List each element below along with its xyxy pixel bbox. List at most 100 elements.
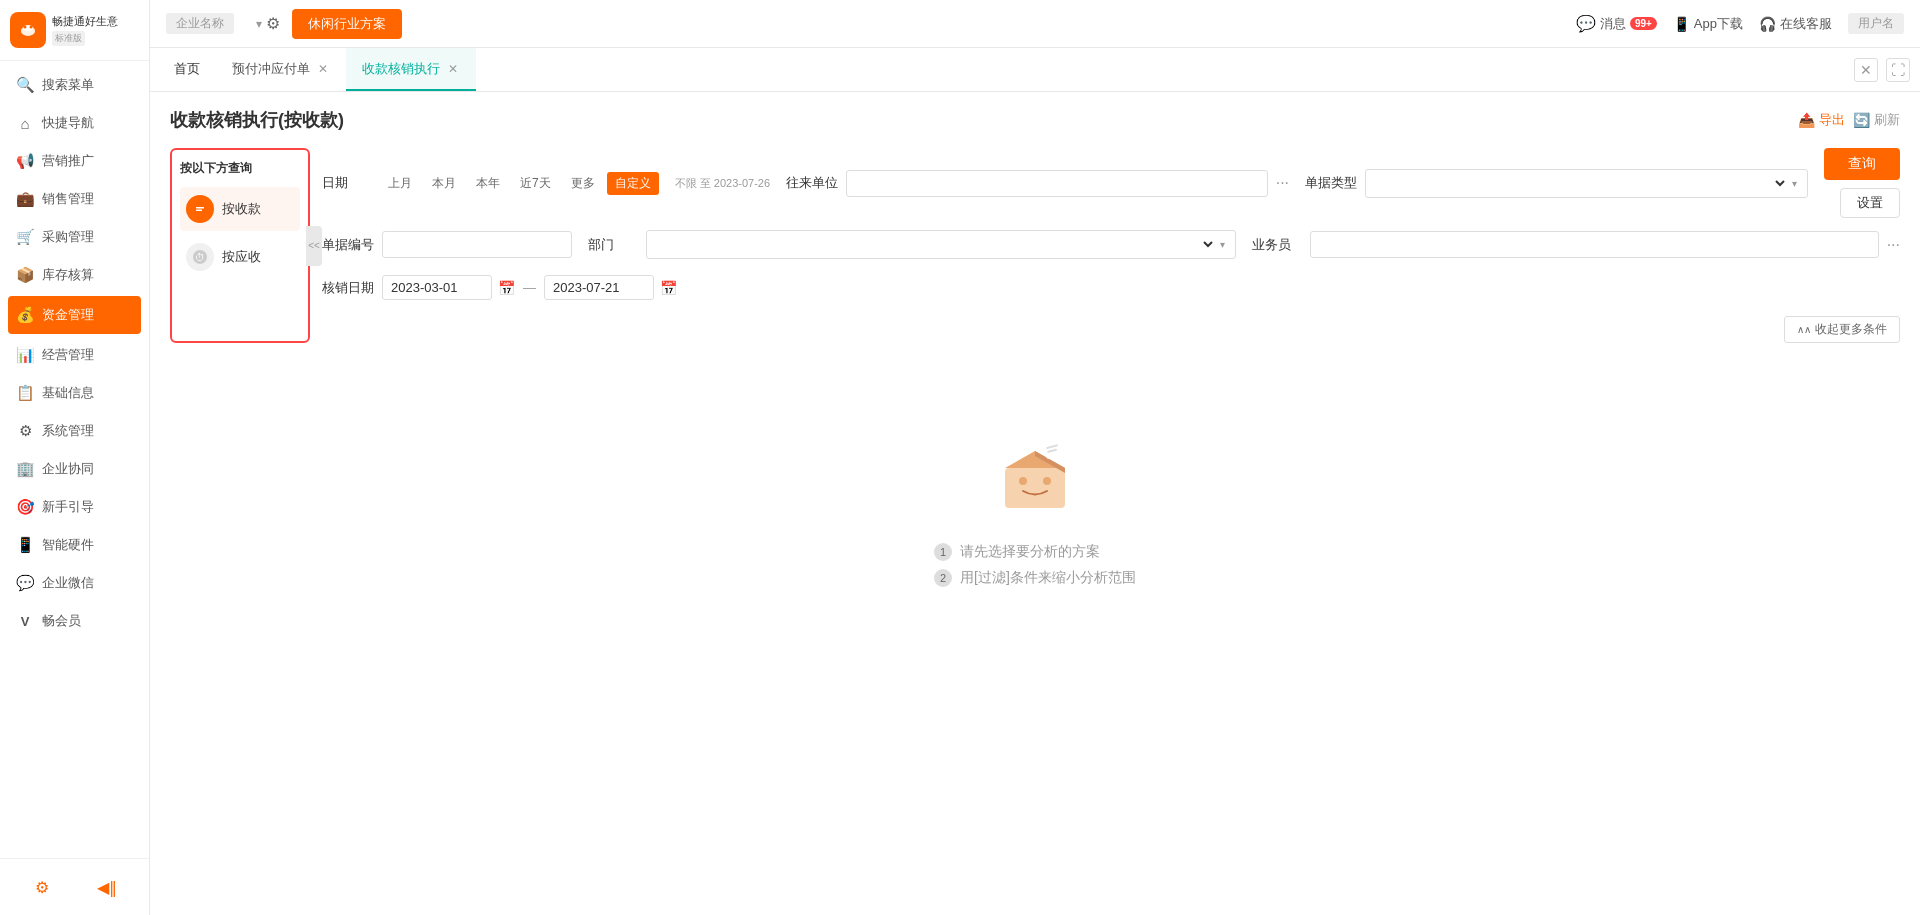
sidebar-item-member[interactable]: V 畅会员: [0, 602, 149, 640]
message-icon: 💬: [1576, 14, 1596, 33]
dept-select[interactable]: ▾: [646, 230, 1236, 259]
calendar-start-icon[interactable]: 📅: [498, 280, 515, 296]
export-icon: 📤: [1798, 112, 1815, 128]
export-button[interactable]: 📤 导出: [1798, 111, 1845, 129]
sidebar-item-marketing[interactable]: 📢 营销推广: [0, 142, 149, 180]
header-actions: 💬 消息 99+ 📱 App下载 🎧 在线客服 用户名: [1576, 13, 1904, 34]
collapse-conditions-button[interactable]: ∧∧ 收起更多条件: [1784, 316, 1900, 343]
counterparty-field: 往来单位 ···: [786, 170, 1289, 197]
svg-text:⏱: ⏱: [195, 252, 205, 263]
sidebar-item-enterprise[interactable]: 🏢 企业协同: [0, 450, 149, 488]
sidebar-item-inventory[interactable]: 📦 库存核算: [0, 256, 149, 294]
inventory-icon: 📦: [16, 266, 34, 284]
page-content: 收款核销执行(按收款) 📤 导出 🔄 刷新 按以下方查询: [150, 92, 1920, 915]
sidebar-item-quick-nav[interactable]: ⌂ 快捷导航: [0, 104, 149, 142]
solution-button[interactable]: 休闲行业方案: [292, 9, 402, 39]
salesperson-dots[interactable]: ···: [1887, 236, 1900, 254]
sales-icon: 💼: [16, 190, 34, 208]
counterparty-label: 往来单位: [786, 174, 838, 192]
tab-close-all-button[interactable]: ✕: [1854, 58, 1878, 82]
refresh-button[interactable]: 🔄 刷新: [1853, 111, 1900, 129]
date-shortcut-last-month[interactable]: 上月: [380, 172, 420, 195]
svg-point-2: [24, 26, 27, 29]
date-shortcut-this-month[interactable]: 本月: [424, 172, 464, 195]
sidebar-item-guide[interactable]: 🎯 新手引导: [0, 488, 149, 526]
empty-icon: [985, 423, 1085, 523]
sidebar-navigation: 🔍 搜索菜单 ⌂ 快捷导航 📢 营销推广 💼 销售管理 🛒 采购管理 📦 库存核…: [0, 61, 149, 858]
calendar-end-icon[interactable]: 📅: [660, 280, 677, 296]
empty-tip-1: 1 请先选择要分析的方案: [934, 543, 1136, 561]
doc-no-field: 单据编号: [322, 231, 572, 258]
settings-button[interactable]: 设置: [1840, 188, 1900, 218]
sidebar-item-smart-hw[interactable]: 📱 智能硬件: [0, 526, 149, 564]
dept-select-input[interactable]: [657, 236, 1216, 253]
message-action[interactable]: 💬 消息 99+: [1576, 14, 1657, 33]
date-shortcut-custom[interactable]: 自定义: [607, 172, 659, 195]
guide-icon: 🎯: [16, 498, 34, 516]
sidebar-item-system[interactable]: ⚙ 系统管理: [0, 412, 149, 450]
sidebar-item-search[interactable]: 🔍 搜索菜单: [0, 66, 149, 104]
filter-panel-collapse-button[interactable]: <<: [306, 226, 322, 266]
basic-info-icon: 📋: [16, 384, 34, 402]
tip-num-1: 1: [934, 543, 952, 561]
query-button[interactable]: 查询: [1824, 148, 1900, 180]
date-shortcut-more[interactable]: 更多: [563, 172, 603, 195]
operations-icon: 📊: [16, 346, 34, 364]
date-shortcut-7days[interactable]: 近7天: [512, 172, 559, 195]
top-header: 企业名称 ▾ ⚙ 休闲行业方案 💬 消息 99+ 📱 App下载 🎧 在线客服 …: [150, 0, 1920, 48]
tab-receive[interactable]: 收款核销执行 ✕: [346, 48, 476, 91]
doc-no-input[interactable]: [382, 231, 572, 258]
counterparty-input[interactable]: [846, 170, 1268, 197]
sidebar-item-purchase[interactable]: 🛒 采购管理: [0, 218, 149, 256]
empty-tips: 1 请先选择要分析的方案 2 用[过滤]条件来缩小分析范围: [934, 543, 1136, 587]
enterprise-icon: 🏢: [16, 460, 34, 478]
tab-home[interactable]: 首页: [158, 48, 216, 91]
settings-bottom-button[interactable]: ⚙: [26, 871, 58, 903]
tab-prepay[interactable]: 预付冲应付单 ✕: [216, 48, 346, 91]
sidebar-item-basic-info[interactable]: 📋 基础信息: [0, 374, 149, 412]
gear-icon: ⚙: [35, 878, 49, 897]
salesperson-input[interactable]: [1310, 231, 1879, 258]
empty-tip-2: 2 用[过滤]条件来缩小分析范围: [934, 569, 1136, 587]
doc-type-select[interactable]: ▾: [1365, 169, 1808, 198]
filter-panel: 按以下方查询 按收款: [170, 148, 1900, 343]
chevron-down-icon[interactable]: ▾: [256, 17, 262, 31]
sidebar-item-finance[interactable]: 💰 资金管理: [8, 296, 141, 334]
search-icon: 🔍: [16, 76, 34, 94]
dept-label: 部门: [588, 236, 638, 254]
tab-close-receive[interactable]: ✕: [446, 60, 460, 78]
date-field: 日期 上月 本月 本年 近7天 更多 自定义: [322, 172, 659, 195]
app-download-action[interactable]: 📱 App下载: [1673, 15, 1743, 33]
doc-type-label: 单据类型: [1305, 174, 1357, 192]
collapse-icon: ◀‖: [97, 878, 117, 897]
doc-no-label: 单据编号: [322, 236, 374, 254]
sidebar: 畅捷通好生意 标准版 🔍 搜索菜单 ⌂ 快捷导航 📢 营销推广 💼 销售管理 🛒…: [0, 0, 150, 915]
tab-maximize-button[interactable]: ⛶: [1886, 58, 1910, 82]
collapse-sidebar-button[interactable]: ◀‖: [91, 871, 123, 903]
sidebar-item-wx[interactable]: 💬 企业微信: [0, 564, 149, 602]
sidebar-item-operations[interactable]: 📊 经营管理: [0, 336, 149, 374]
date-shortcut-this-year[interactable]: 本年: [468, 172, 508, 195]
refresh-icon: 🔄: [1853, 112, 1870, 128]
filter-option-by-receipt[interactable]: 按收款: [180, 187, 300, 231]
header-brand: 企业名称: [166, 13, 240, 34]
gear-settings-icon[interactable]: ⚙: [266, 14, 280, 33]
filter-option-by-receivable[interactable]: ⏱ 按应收: [180, 235, 300, 279]
verify-date-row: 核销日期 📅 — 📅: [322, 275, 1900, 300]
verify-date-start-input[interactable]: [382, 275, 492, 300]
verify-date-end-input[interactable]: [544, 275, 654, 300]
filter-fields: 日期 上月 本月 本年 近7天 更多 自定义 不限 至 2023-0: [322, 148, 1900, 343]
filter-type-selector: 按以下方查询 按收款: [170, 148, 310, 343]
svg-rect-6: [196, 210, 202, 212]
headset-icon: 🎧: [1759, 16, 1776, 32]
tab-close-prepay[interactable]: ✕: [316, 60, 330, 78]
empty-state: 1 请先选择要分析的方案 2 用[过滤]条件来缩小分析范围: [170, 343, 1900, 667]
verify-date-end-group: 📅: [544, 275, 677, 300]
doc-type-select-input[interactable]: [1376, 175, 1788, 192]
salesperson-field: 业务员 ···: [1252, 231, 1900, 258]
doc-type-field: 单据类型 ▾: [1305, 169, 1808, 198]
chevron-down-doc-icon: ▾: [1792, 178, 1797, 189]
sidebar-item-sales[interactable]: 💼 销售管理: [0, 180, 149, 218]
counterparty-dots[interactable]: ···: [1276, 174, 1289, 192]
online-service-action[interactable]: 🎧 在线客服: [1759, 15, 1832, 33]
